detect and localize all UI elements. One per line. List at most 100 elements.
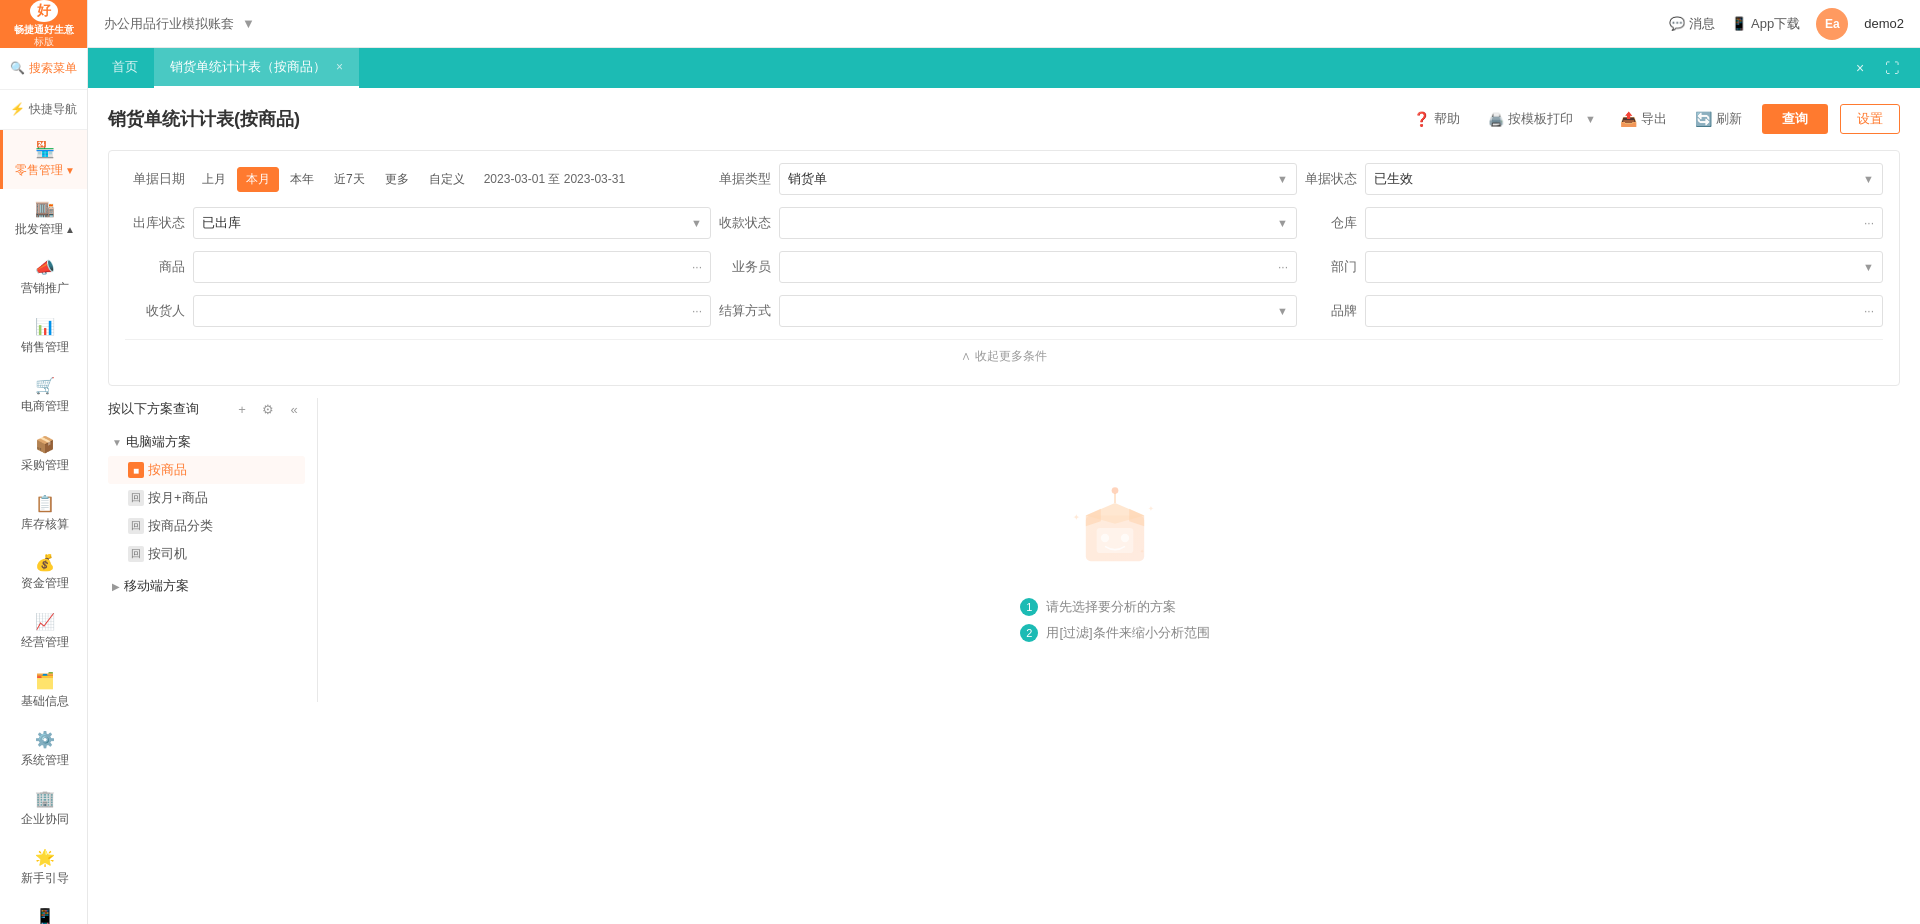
message-icon: 💬 <box>1669 16 1685 31</box>
topbar-right: 💬 消息 📱 App下载 Ea demo2 <box>1669 8 1904 40</box>
filter-department: 部门 ▼ <box>1297 251 1883 283</box>
date-tab-last-7days[interactable]: 近7天 <box>325 167 374 192</box>
out-status-control[interactable]: 已出库 ▼ <box>193 207 711 239</box>
search-menu-item[interactable]: 🔍 搜索菜单 <box>6 56 81 81</box>
tree-item-by-goods-category[interactable]: 回 按商品分类 <box>108 512 305 540</box>
panel-header-actions: + ⚙ « <box>231 398 305 420</box>
topbar: 办公用品行业模拟账套 ▼ 💬 消息 📱 App下载 Ea demo2 <box>88 0 1920 48</box>
print-dropdown-arrow[interactable]: ▼ <box>1581 109 1600 129</box>
desktop-group-label: 电脑端方案 <box>126 433 191 451</box>
print-btn[interactable]: 🖨️ 按模板打印 <box>1480 106 1581 132</box>
basic-icon: 🗂️ <box>35 671 55 690</box>
setting-button[interactable]: 设置 <box>1840 104 1900 134</box>
tabbar-actions: × ⛶ <box>1848 48 1912 88</box>
doc-type-control[interactable]: 销货单 ▼ <box>779 163 1297 195</box>
brand-label: 品牌 <box>1297 302 1357 320</box>
mobile-group-chevron: ▶ <box>112 581 120 592</box>
collapse-filter-btn[interactable]: ∧ 收起更多条件 <box>125 339 1883 373</box>
refresh-btn[interactable]: 🔄 刷新 <box>1687 106 1750 132</box>
page-actions: ❓ 帮助 🖨️ 按模板打印 ▼ 📤 导出 <box>1405 104 1900 134</box>
svg-point-8 <box>1112 487 1119 494</box>
goods-label: 商品 <box>125 258 185 276</box>
sidebar-item-marketing-label: 营销推广 <box>21 280 69 297</box>
filter-row-4: 收货人 ··· 结算方式 ▼ 品牌 <box>125 295 1883 327</box>
date-tabs: 上月 本月 本年 近7天 更多 自定义 <box>193 167 474 192</box>
sidebar-item-ecommerce[interactable]: 🛒 电商管理 <box>0 366 87 425</box>
app-download-label: App下载 <box>1751 15 1800 33</box>
messages-btn[interactable]: 💬 消息 <box>1669 15 1715 33</box>
panel-collapse-btn[interactable]: « <box>283 398 305 420</box>
sidebar-item-retail[interactable]: 🏪 零售管理 ▼ <box>0 130 87 189</box>
date-tab-custom[interactable]: 自定义 <box>420 167 474 192</box>
collect-status-dropdown-icon: ▼ <box>1277 217 1288 229</box>
query-button[interactable]: 查询 <box>1762 104 1828 134</box>
help-btn[interactable]: ❓ 帮助 <box>1405 106 1468 132</box>
panel-add-btn[interactable]: + <box>231 398 253 420</box>
salesperson-more-icon: ··· <box>1278 260 1288 274</box>
quick-nav-item[interactable]: ⚡ 快捷导航 <box>0 96 87 123</box>
left-panel: 按以下方案查询 + ⚙ « ▼ 电脑端方案 <box>108 398 318 702</box>
warehouse-control[interactable]: ··· <box>1365 207 1883 239</box>
filter-collect-status: 收款状态 ▼ <box>711 207 1297 239</box>
sales-icon: 📊 <box>35 317 55 336</box>
user-avatar[interactable]: Ea <box>1816 8 1848 40</box>
sidebar-item-sales[interactable]: 📊 销售管理 <box>0 307 87 366</box>
sidebar-item-operations-label: 经营管理 <box>21 634 69 651</box>
sidebar-item-system[interactable]: ⚙️ 系统管理 <box>0 720 87 779</box>
svg-point-6 <box>1121 534 1129 542</box>
desktop-group-chevron: ▼ <box>112 437 122 448</box>
sidebar-item-operations[interactable]: 📈 经营管理 <box>0 602 87 661</box>
sidebar-item-marketing[interactable]: 📣 营销推广 <box>0 248 87 307</box>
brand-control[interactable]: ··· <box>1365 295 1883 327</box>
hint-2-num: 2 <box>1020 624 1038 642</box>
tab-home-label: 首页 <box>112 58 138 76</box>
print-dropdown: 🖨️ 按模板打印 ▼ <box>1480 106 1600 132</box>
out-status-value: 已出库 <box>202 214 691 232</box>
tree-item-by-month-goods[interactable]: 回 按月+商品 <box>108 484 305 512</box>
sidebar-item-purchase[interactable]: 📦 采购管理 <box>0 425 87 484</box>
filter-goods: 商品 ··· <box>125 251 711 283</box>
sidebar-item-finance[interactable]: 💰 资金管理 <box>0 543 87 602</box>
goods-control[interactable]: ··· <box>193 251 711 283</box>
export-btn[interactable]: 📤 导出 <box>1612 106 1675 132</box>
by-goods-category-label: 按商品分类 <box>148 517 213 535</box>
industry-dropdown-icon[interactable]: ▼ <box>242 16 255 31</box>
sidebar-item-newbie[interactable]: 🌟 新手引导 <box>0 838 87 897</box>
panel-header: 按以下方案查询 + ⚙ « <box>108 398 305 420</box>
tab-home[interactable]: 首页 <box>96 48 154 88</box>
panel-settings-btn[interactable]: ⚙ <box>257 398 279 420</box>
tree-item-by-goods[interactable]: ■ 按商品 <box>108 456 305 484</box>
goods-more-icon: ··· <box>692 260 702 274</box>
app-download-btn[interactable]: 📱 App下载 <box>1731 15 1800 33</box>
out-status-dropdown-icon: ▼ <box>691 217 702 229</box>
doc-status-control[interactable]: 已生效 ▼ <box>1365 163 1883 195</box>
tab-sales-stat[interactable]: 销货单统计计表（按商品） × <box>154 48 359 88</box>
date-tab-current-month[interactable]: 本月 <box>237 167 279 192</box>
date-tab-current-year[interactable]: 本年 <box>281 167 323 192</box>
sidebar-item-wholesale[interactable]: 🏬 批发管理 ▲ <box>0 189 87 248</box>
inventory-icon: 📋 <box>35 494 55 513</box>
tab-fullscreen-btn[interactable]: ⛶ <box>1880 56 1904 80</box>
sidebar-item-apps[interactable]: 📱 应用中心 <box>0 897 87 924</box>
filter-area: 单据日期 上月 本月 本年 近7天 更多 自定义 2023-03-01 至 20… <box>108 150 1900 386</box>
tab-close-all-btn[interactable]: × <box>1848 56 1872 80</box>
page-content: 销货单统计计表(按商品) ❓ 帮助 🖨️ 按模板打印 ▼ 📤 <box>88 88 1920 924</box>
sidebar-item-basic[interactable]: 🗂️ 基础信息 <box>0 661 87 720</box>
settlement-control[interactable]: ▼ <box>779 295 1297 327</box>
tab-close-icon[interactable]: × <box>336 60 343 74</box>
tree-group-mobile[interactable]: ▶ 移动端方案 <box>108 572 305 600</box>
sidebar-item-enterprise[interactable]: 🏢 企业协同 <box>0 779 87 838</box>
date-tab-last-month[interactable]: 上月 <box>193 167 235 192</box>
sidebar-item-inventory[interactable]: 📋 库存核算 <box>0 484 87 543</box>
sidebar-item-sales-label: 销售管理 <box>21 339 69 356</box>
tree-group-desktop[interactable]: ▼ 电脑端方案 <box>108 428 305 456</box>
collect-status-control[interactable]: ▼ <box>779 207 1297 239</box>
refresh-label: 刷新 <box>1716 110 1742 128</box>
date-tab-more[interactable]: 更多 <box>376 167 418 192</box>
receiver-more-icon: ··· <box>692 304 702 318</box>
department-control[interactable]: ▼ <box>1365 251 1883 283</box>
hint-2-text: 用[过滤]条件来缩小分析范围 <box>1046 624 1209 642</box>
tree-item-by-sku[interactable]: 回 按司机 <box>108 540 305 568</box>
receiver-control[interactable]: ··· <box>193 295 711 327</box>
salesperson-control[interactable]: ··· <box>779 251 1297 283</box>
